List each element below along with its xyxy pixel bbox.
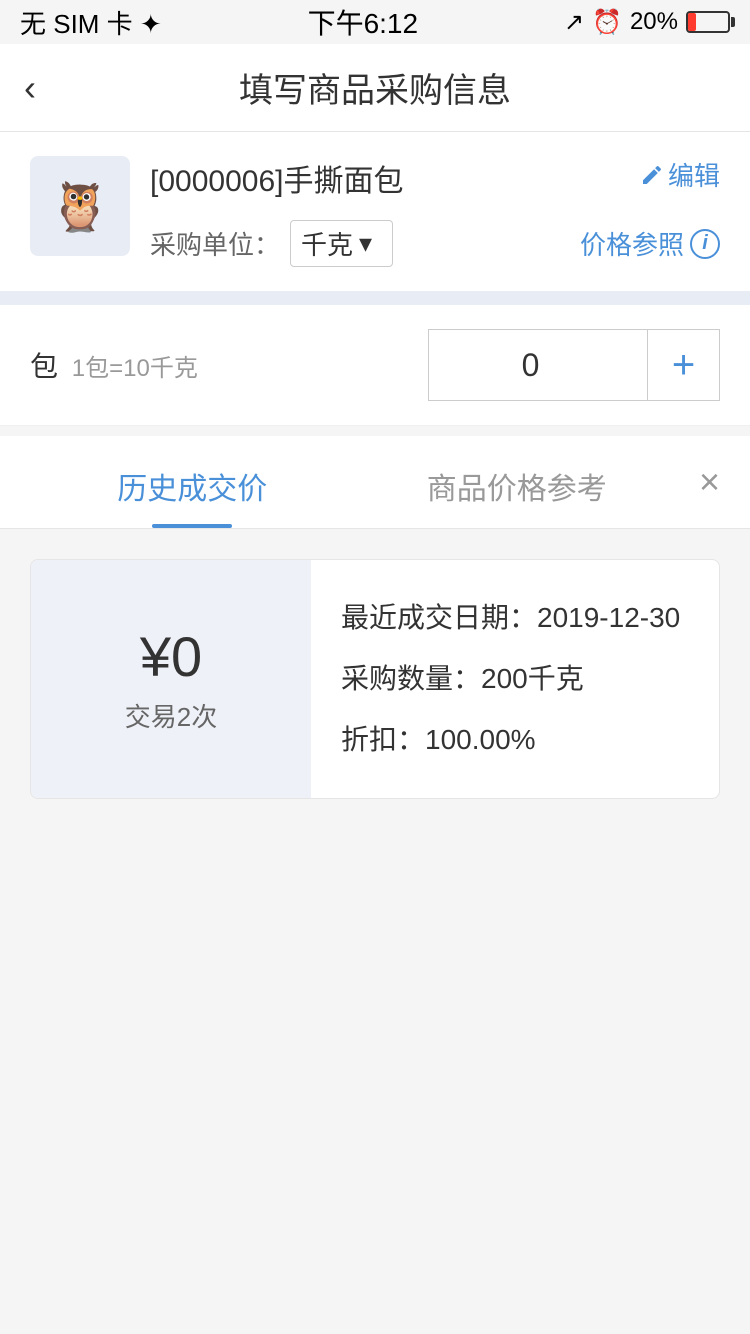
quantity-value-detail: 200千克: [481, 663, 584, 694]
price-left-panel: ¥0 交易2次: [31, 560, 311, 798]
tabs-close-button[interactable]: ×: [679, 441, 720, 523]
product-info: [0000006]手撕面包 编辑 采购单位： 千克 ▾ 价格参照 i: [150, 156, 720, 267]
back-button[interactable]: ‹: [24, 67, 36, 109]
unit-dropdown[interactable]: 千克 ▾: [290, 220, 393, 267]
price-amount: ¥0: [140, 624, 202, 689]
date-label: 最近成交日期：: [341, 602, 537, 633]
battery-icon: [686, 11, 730, 33]
quantity-input-wrap: +: [428, 329, 720, 401]
product-name: [0000006]手撕面包: [150, 156, 403, 200]
status-left: 无 SIM 卡 ✦: [20, 4, 162, 41]
quantity-row: 包 1包=10千克 +: [0, 305, 750, 426]
quantity-sublabel: 1包=10千克: [72, 355, 198, 382]
product-image: 🦉: [30, 156, 130, 256]
header: ‹ 填写商品采购信息: [0, 44, 750, 132]
dropdown-arrow-icon: ▾: [359, 228, 372, 259]
price-section: ¥0 交易2次 最近成交日期：2019-12-30 采购数量：200千克 折扣：…: [0, 529, 750, 829]
unit-value: 千克: [301, 225, 353, 262]
product-card: 🦉 [0000006]手撕面包 编辑 采购单位： 千克 ▾ 价格参照 i: [0, 132, 750, 291]
price-ref-label: 价格参照: [580, 225, 684, 262]
alarm-icon: ⏰: [592, 8, 622, 37]
price-ref-button[interactable]: 价格参照 i: [580, 225, 720, 262]
tabs-bar: 历史成交价 商品价格参考 ×: [0, 436, 750, 529]
edit-button[interactable]: 编辑: [640, 156, 720, 193]
quantity-input[interactable]: [428, 329, 648, 401]
price-trades: 交易2次: [125, 697, 217, 734]
tab-product-price-ref[interactable]: 商品价格参考: [354, 436, 678, 528]
discount-value: 100.00%: [425, 724, 536, 755]
location-icon: ↗: [564, 8, 584, 37]
quantity-unit-label: 包: [30, 351, 58, 382]
battery-percent: 20%: [630, 8, 678, 36]
unit-left: 采购单位： 千克 ▾: [150, 220, 393, 267]
edit-icon: [640, 163, 664, 187]
unit-label: 采购单位：: [150, 225, 280, 262]
status-bar: 无 SIM 卡 ✦ 下午6:12 ↗ ⏰ 20%: [0, 0, 750, 44]
product-icon-image: 🦉: [50, 178, 110, 235]
price-right-panel: 最近成交日期：2019-12-30 采购数量：200千克 折扣：100.00%: [311, 560, 719, 798]
info-icon: i: [690, 229, 720, 259]
date-value: 2019-12-30: [537, 602, 680, 633]
price-date-row: 最近成交日期：2019-12-30: [341, 596, 689, 641]
status-right: ↗ ⏰ 20%: [564, 8, 730, 37]
tab-history-price[interactable]: 历史成交价: [30, 436, 354, 528]
section-divider: [0, 291, 750, 305]
edit-label: 编辑: [668, 156, 720, 193]
price-quantity-row: 采购数量：200千克: [341, 657, 689, 702]
product-unit-row: 采购单位： 千克 ▾ 价格参照 i: [150, 220, 720, 267]
quantity-label-detail: 采购数量：: [341, 663, 481, 694]
price-discount-row: 折扣：100.00%: [341, 718, 689, 763]
discount-label: 折扣：: [341, 724, 425, 755]
network-label: 无 SIM 卡 ✦: [20, 4, 162, 41]
product-header-row: [0000006]手撕面包 编辑: [150, 156, 720, 200]
page-title: 填写商品采购信息: [239, 63, 511, 112]
clock: 下午6:12: [308, 2, 419, 42]
quantity-label: 包 1包=10千克: [30, 345, 204, 385]
price-card: ¥0 交易2次 最近成交日期：2019-12-30 采购数量：200千克 折扣：…: [30, 559, 720, 799]
battery-fill: [688, 13, 696, 31]
quantity-plus-button[interactable]: +: [648, 329, 720, 401]
